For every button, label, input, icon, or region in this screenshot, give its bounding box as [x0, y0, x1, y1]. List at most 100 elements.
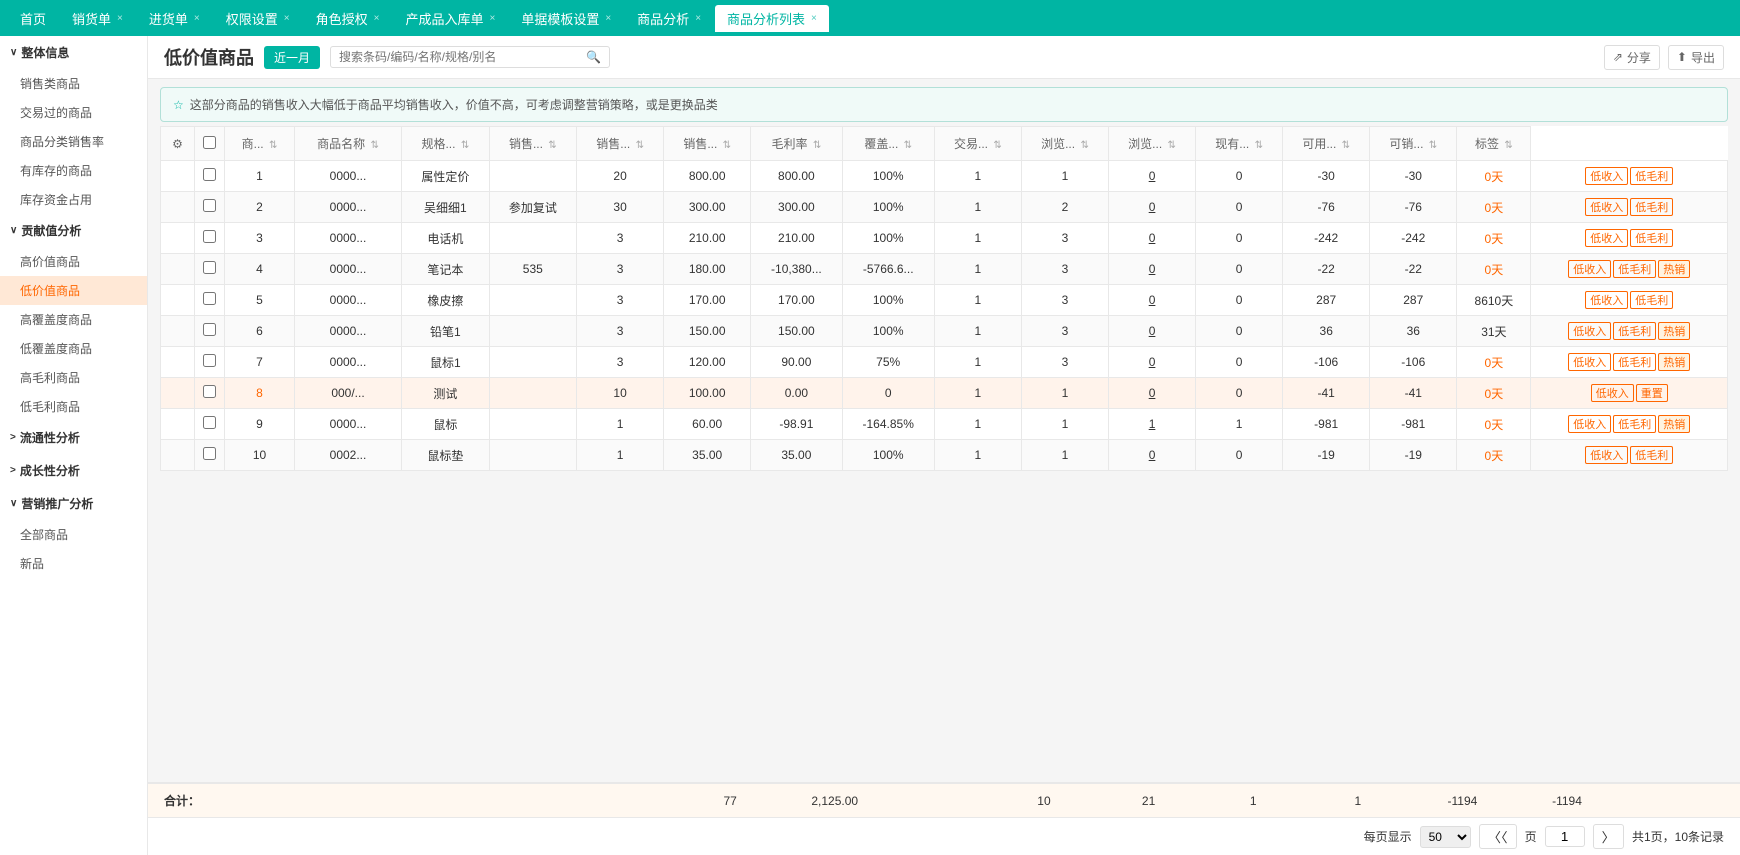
row-checkbox[interactable] [203, 292, 216, 305]
margin-col-header[interactable]: 毛利率 ⇅ [751, 127, 842, 161]
nav-item-权限设置[interactable]: 权限设置× [214, 5, 302, 32]
current-stock-col-header[interactable]: 现有... ⇅ [1196, 127, 1283, 161]
nav-close-icon[interactable]: × [117, 13, 123, 24]
sidebar-item-销售类商品[interactable]: 销售类商品 [0, 69, 147, 98]
row-checkbox[interactable] [203, 447, 216, 460]
usable-stock-col-header[interactable]: 可用... ⇅ [1283, 127, 1370, 161]
sidebar-item-商品分类销售率[interactable]: 商品分类销售率 [0, 127, 147, 156]
row-settings[interactable] [161, 316, 195, 347]
row-views1[interactable]: 0 [1109, 347, 1196, 378]
nav-close-icon[interactable]: × [695, 13, 701, 24]
sidebar-item-有库存的商品[interactable]: 有库存的商品 [0, 156, 147, 185]
sidebar-group-贡献值分析[interactable]: ∨贡献值分析 [0, 214, 147, 247]
nav-item-销货单[interactable]: 销货单× [60, 5, 135, 32]
row-checkbox[interactable] [203, 168, 216, 181]
checkbox-col-header[interactable] [195, 127, 225, 161]
nav-close-icon[interactable]: × [489, 13, 495, 24]
row-checkbox[interactable] [203, 416, 216, 429]
row-settings[interactable] [161, 378, 195, 409]
row-checkbox[interactable] [203, 354, 216, 367]
nav-close-icon[interactable]: × [374, 13, 380, 24]
row-views1[interactable]: 0 [1109, 192, 1196, 223]
sidebar-group-营销推广分析[interactable]: ∨营销推广分析 [0, 487, 147, 520]
nav-item-商品分析列表[interactable]: 商品分析列表× [715, 5, 829, 32]
next-page-button[interactable]: 〉 [1593, 824, 1624, 849]
nav-item-角色授权[interactable]: 角色授权× [304, 5, 392, 32]
share-button[interactable]: ⇗ 分享 [1604, 45, 1660, 70]
select-all-checkbox[interactable] [203, 136, 216, 149]
row-checkbox[interactable] [203, 385, 216, 398]
sidebar-item-高毛利商品[interactable]: 高毛利商品 [0, 363, 147, 392]
row-views1[interactable]: 0 [1109, 161, 1196, 192]
transactions-col-header[interactable]: 交易... ⇅ [934, 127, 1021, 161]
tags-col-header[interactable]: 标签 ⇅ [1457, 127, 1531, 161]
sidebar-group-流通性分析[interactable]: >流通性分析 [0, 421, 147, 454]
row-settings[interactable] [161, 409, 195, 440]
row-views1[interactable]: 0 [1109, 378, 1196, 409]
views1-link[interactable]: 0 [1149, 448, 1156, 462]
row-views1[interactable]: 0 [1109, 223, 1196, 254]
views1-link[interactable]: 0 [1149, 200, 1156, 214]
views1-link[interactable]: 0 [1149, 262, 1156, 276]
first-page-button[interactable]: 〈〈 [1479, 824, 1517, 849]
views1-link[interactable]: 0 [1149, 169, 1156, 183]
filter-button[interactable]: 近一月 [264, 46, 320, 69]
sidebar-group-整体信息[interactable]: ∨整体信息 [0, 36, 147, 69]
sidebar-group-成长性分析[interactable]: >成长性分析 [0, 454, 147, 487]
sidebar-item-高价值商品[interactable]: 高价值商品 [0, 247, 147, 276]
coverage-col-header[interactable]: 覆盖... ⇅ [842, 127, 934, 161]
sidebar-item-新品[interactable]: 新品 [0, 549, 147, 578]
nav-close-icon[interactable]: × [194, 13, 200, 24]
views1-link[interactable]: 0 [1149, 386, 1156, 400]
nav-close-icon[interactable]: × [811, 13, 817, 24]
sidebar-item-全部商品[interactable]: 全部商品 [0, 520, 147, 549]
sidebar-item-高覆盖度商品[interactable]: 高覆盖度商品 [0, 305, 147, 334]
row-settings[interactable] [161, 223, 195, 254]
row-settings[interactable] [161, 285, 195, 316]
views1-link[interactable]: 0 [1149, 231, 1156, 245]
nav-item-首页[interactable]: 首页 [8, 5, 58, 32]
row-settings[interactable] [161, 440, 195, 471]
table-container[interactable]: ⚙ 商... ⇅ 商品名称 ⇅ 规格... ⇅ 销售... ⇅ 销售... ⇅ … [160, 126, 1728, 782]
sidebar-item-低毛利商品[interactable]: 低毛利商品 [0, 392, 147, 421]
views1-link[interactable]: 1 [1149, 417, 1156, 431]
nav-close-icon[interactable]: × [284, 13, 290, 24]
sales-qty-col-header[interactable]: 销售... ⇅ [489, 127, 576, 161]
row-settings[interactable] [161, 161, 195, 192]
nav-item-单据模板设置[interactable]: 单据模板设置× [509, 5, 623, 32]
views2-col-header[interactable]: 浏览... ⇅ [1109, 127, 1196, 161]
search-input[interactable] [339, 50, 582, 64]
row-views1[interactable]: 0 [1109, 316, 1196, 347]
nav-item-产成品入库单[interactable]: 产成品入库单× [393, 5, 507, 32]
views1-link[interactable]: 0 [1149, 324, 1156, 338]
nav-item-商品分析[interactable]: 商品分析× [625, 5, 713, 32]
sidebar-item-低价值商品[interactable]: 低价值商品 [0, 276, 147, 305]
page-size-select[interactable]: 50 20 100 [1420, 826, 1471, 848]
row-checkbox[interactable] [203, 323, 216, 336]
row-views1[interactable]: 0 [1109, 285, 1196, 316]
sales-cost-col-header[interactable]: 销售... ⇅ [664, 127, 751, 161]
code-col-header[interactable]: 商... ⇅ [225, 127, 295, 161]
nav-item-进货单[interactable]: 进货单× [137, 5, 212, 32]
page-number-input[interactable] [1545, 826, 1585, 847]
row-settings[interactable] [161, 192, 195, 223]
nav-close-icon[interactable]: × [605, 13, 611, 24]
views1-col-header[interactable]: 浏览... ⇅ [1021, 127, 1108, 161]
sidebar-item-交易过的商品[interactable]: 交易过的商品 [0, 98, 147, 127]
row-views1[interactable]: 1 [1109, 409, 1196, 440]
sellable-col-header[interactable]: 可销... ⇅ [1370, 127, 1457, 161]
row-checkbox[interactable] [203, 199, 216, 212]
sidebar-item-库存资金占用[interactable]: 库存资金占用 [0, 185, 147, 214]
export-button[interactable]: ⬆ 导出 [1668, 45, 1724, 70]
row-settings[interactable] [161, 347, 195, 378]
row-views1[interactable]: 0 [1109, 440, 1196, 471]
row-settings[interactable] [161, 254, 195, 285]
settings-col-header[interactable]: ⚙ [161, 127, 195, 161]
sales-price-col-header[interactable]: 销售... ⇅ [577, 127, 664, 161]
row-checkbox[interactable] [203, 261, 216, 274]
views1-link[interactable]: 0 [1149, 355, 1156, 369]
row-checkbox[interactable] [203, 230, 216, 243]
row-views1[interactable]: 0 [1109, 254, 1196, 285]
spec-col-header[interactable]: 规格... ⇅ [402, 127, 489, 161]
views1-link[interactable]: 0 [1149, 293, 1156, 307]
